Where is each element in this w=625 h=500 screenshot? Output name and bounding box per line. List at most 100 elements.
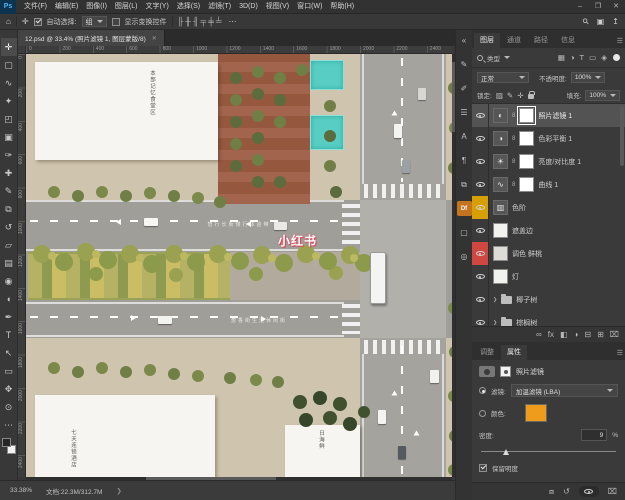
filter-smart-objects-icon[interactable]: ◈	[601, 53, 607, 62]
layer-name[interactable]: 照片滤镜 1	[538, 111, 572, 121]
eye-icon[interactable]	[476, 136, 485, 141]
restore-button[interactable]: ❐	[589, 0, 607, 14]
layer-row[interactable]: 遮盖边	[472, 219, 625, 242]
layer-name[interactable]: 椰子树	[516, 295, 537, 305]
delete-layer-icon[interactable]: ⌧	[610, 330, 619, 339]
menubar-item-6[interactable]: 滤镜(T)	[204, 0, 235, 14]
crop-tool[interactable]: ◰	[1, 110, 17, 128]
layer-name[interactable]: 遮盖边	[512, 226, 533, 236]
menubar-item-3[interactable]: 图层(L)	[111, 0, 142, 14]
toggle-visibility-icon[interactable]	[579, 486, 599, 497]
adjustment-thumbnail[interactable]: ∿	[493, 177, 508, 192]
align-left-icon[interactable]: ╟	[178, 17, 184, 26]
lock-pixels-icon[interactable]: ✎	[507, 91, 513, 100]
properties-tab[interactable]: 调整	[474, 345, 500, 360]
visibility-cell[interactable]	[472, 173, 489, 196]
search-icon[interactable]: ⚲	[581, 16, 592, 27]
layer-thumbnail[interactable]	[493, 223, 508, 238]
expand-caret-icon[interactable]: ❯	[493, 297, 497, 303]
align-bottom-icon[interactable]: ╧	[216, 17, 222, 26]
filter-type-layers-icon[interactable]: T	[580, 53, 585, 62]
brush-settings-icon[interactable]: ✎	[457, 57, 472, 72]
frame-tool[interactable]: ▣	[1, 128, 17, 146]
adjustment-thumbnail[interactable]: ▥	[493, 200, 508, 215]
align-center-h-icon[interactable]: ╫	[185, 17, 191, 26]
adjustment-thumbnail[interactable]: ☀	[493, 154, 508, 169]
tab-close-icon[interactable]: ✕	[152, 35, 157, 42]
slider-thumb[interactable]	[503, 449, 509, 455]
brush-panel-icon[interactable]: ✐	[457, 81, 472, 96]
filter-toggle[interactable]	[613, 54, 620, 61]
menubar-item-9[interactable]: 窗口(W)	[293, 0, 326, 14]
layer-row[interactable]: 调色 鲜桃	[472, 242, 625, 265]
collapse-dock-icon[interactable]: «	[457, 33, 472, 48]
layers-tab[interactable]: 通道	[501, 33, 527, 48]
color-swatches[interactable]	[2, 438, 16, 454]
new-layer-icon[interactable]: ⊞	[597, 330, 604, 339]
workspace-switcher-icon[interactable]: ▣	[597, 17, 605, 26]
visibility-cell[interactable]	[472, 219, 489, 242]
layer-row[interactable]: ◐8照片滤镜 1	[472, 104, 625, 127]
clone-stamp-tool[interactable]: ⧉	[1, 200, 17, 218]
layer-mask-thumbnail[interactable]	[519, 177, 534, 192]
plugin-df-icon[interactable]: Df	[457, 201, 472, 216]
align-top-icon[interactable]: ╤	[201, 17, 207, 26]
clone-source-icon[interactable]: ⧉	[457, 177, 472, 192]
visibility-cell[interactable]	[472, 150, 489, 173]
layer-row[interactable]: ▥色阶	[472, 196, 625, 219]
layer-mask-thumbnail[interactable]	[519, 108, 534, 123]
path-select-tool[interactable]: ↖	[1, 344, 17, 362]
close-button[interactable]: ✕	[607, 0, 625, 14]
hand-tool[interactable]: ✥	[1, 380, 17, 398]
clip-to-layer-icon[interactable]: ⧈	[549, 487, 554, 497]
eye-icon[interactable]	[476, 274, 485, 279]
visibility-cell[interactable]	[472, 196, 489, 219]
canvas[interactable]: 本部记忆食堂区 七天连锁酒店 日海鲜	[26, 54, 452, 477]
eraser-tool[interactable]: ▱	[1, 236, 17, 254]
layers-scrollbar[interactable]	[620, 106, 624, 166]
layer-row[interactable]: ◑8色彩平衡 1	[472, 127, 625, 150]
eye-icon[interactable]	[476, 205, 485, 210]
properties-tab[interactable]: 属性	[501, 345, 527, 360]
lock-transparency-icon[interactable]: ▨	[496, 91, 503, 100]
layer-row[interactable]: 灯	[472, 265, 625, 288]
layer-name[interactable]: 亮度/对比度 1	[538, 157, 581, 167]
swatches-panel-icon[interactable]: ▢	[457, 225, 472, 240]
eye-icon[interactable]	[476, 182, 485, 187]
healing-brush-tool[interactable]: ✚	[1, 164, 17, 182]
align-right-icon[interactable]: ╢	[193, 17, 199, 26]
menubar-item-7[interactable]: 3D(D)	[235, 0, 262, 14]
history-brush-tool[interactable]: ↺	[1, 218, 17, 236]
zoom-level-field[interactable]: 33.38%	[10, 487, 32, 494]
status-chevron-icon[interactable]: ❯	[116, 487, 121, 495]
delete-adjustment-icon[interactable]: ⌧	[608, 487, 617, 496]
paragraph-panel-icon[interactable]: ¶	[457, 153, 472, 168]
layer-mask-thumbnail[interactable]	[519, 154, 534, 169]
marquee-tool[interactable]: ▢	[1, 56, 17, 74]
filter-color-swatch[interactable]	[525, 404, 547, 422]
brush-tool[interactable]: ✎	[1, 182, 17, 200]
lasso-tool[interactable]: ∿	[1, 74, 17, 92]
adjustment-thumbnail[interactable]: ◑	[493, 131, 508, 146]
lock-position-icon[interactable]: ✛	[517, 91, 523, 100]
layer-name[interactable]: 调色 鲜桃	[512, 249, 542, 259]
auto-select-checkbox[interactable]	[34, 18, 42, 26]
visibility-cell[interactable]	[472, 242, 489, 265]
warming-filter-dropdown[interactable]: 加温滤镜 (LBA)	[511, 384, 618, 397]
document-tab[interactable]: 12.psd @ 33.4% (照片滤镜 1, 图层蒙版/8) ✕	[18, 30, 165, 46]
magic-wand-tool[interactable]: ✦	[1, 92, 17, 110]
new-adjustment-layer-icon[interactable]: ◑	[574, 330, 579, 339]
filter-shape-layers-icon[interactable]: ▭	[589, 53, 596, 62]
menubar-item-8[interactable]: 视图(V)	[262, 0, 293, 14]
mask-link-icon[interactable]: 8	[512, 182, 515, 188]
share-image-icon[interactable]: ↥	[612, 17, 619, 26]
visibility-cell[interactable]	[472, 311, 489, 326]
dodge-tool[interactable]: ◖	[1, 290, 17, 308]
density-slider[interactable]	[481, 448, 616, 456]
mask-link-icon[interactable]: 8	[512, 113, 515, 119]
mask-link-icon[interactable]: 8	[512, 159, 515, 165]
libraries-panel-icon[interactable]: ◎	[457, 249, 472, 264]
visibility-cell[interactable]	[472, 288, 489, 311]
eye-icon[interactable]	[476, 113, 485, 118]
lock-all-icon[interactable]	[528, 94, 534, 99]
